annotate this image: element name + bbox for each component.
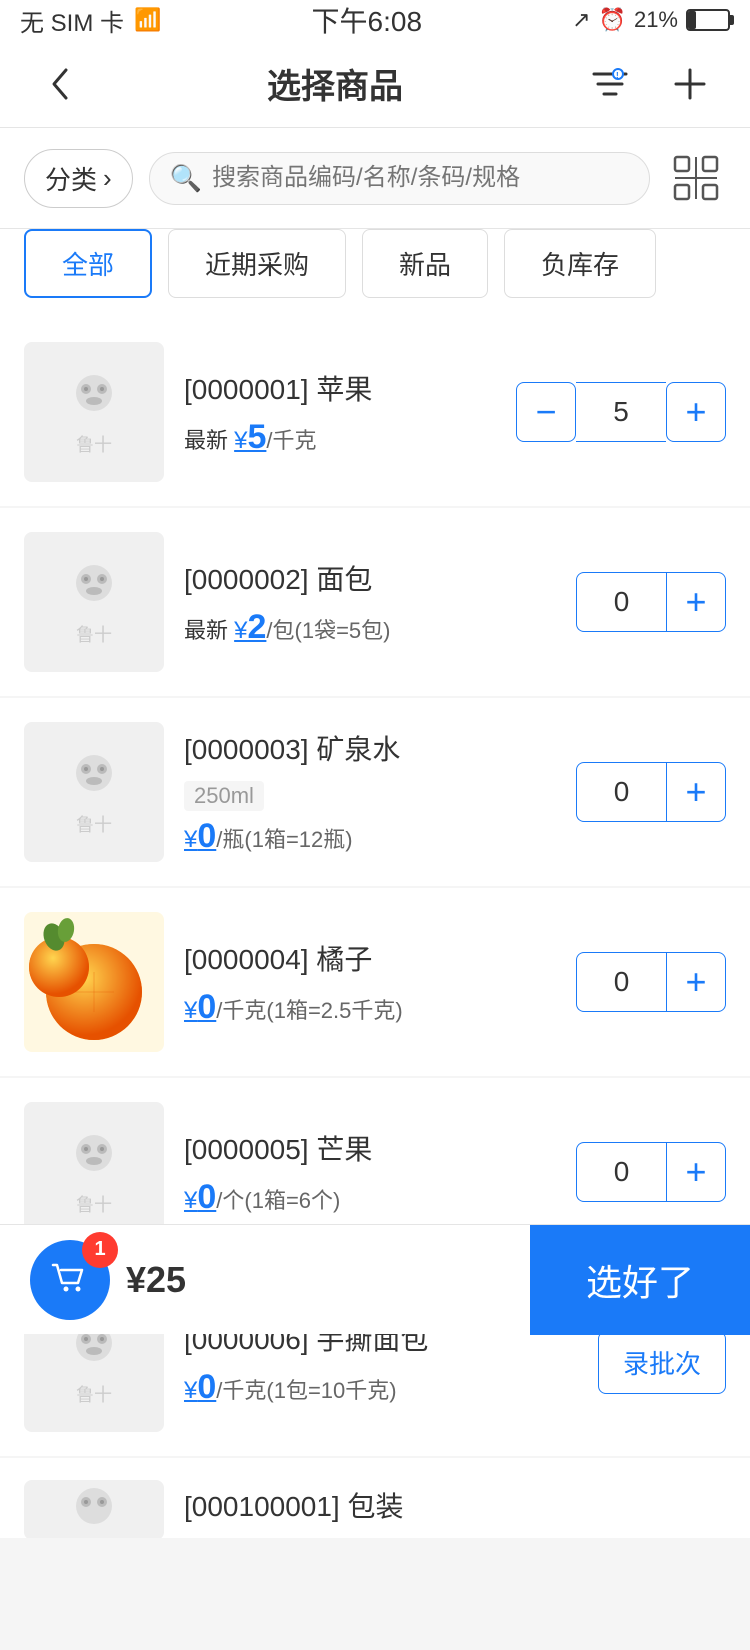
tab-negative[interactable]: 负库存 [504, 229, 656, 298]
cart-total: ¥25 [126, 1259, 186, 1301]
quantity-input[interactable] [576, 382, 666, 442]
batch-button[interactable]: 录批次 [598, 1331, 726, 1394]
product-name: [000100001] 包装 [184, 1485, 726, 1525]
product-item: 鲁十 [0000001] 苹果 最新 ¥5/千克 − + [0, 318, 750, 506]
search-box[interactable]: 🔍 [149, 152, 650, 205]
battery-icon [686, 9, 730, 31]
quantity-control: + [576, 572, 726, 632]
product-info: [0000003] 矿泉水 250ml ¥0/瓶(1箱=12瓶) [184, 728, 556, 856]
product-item: 鲁十 [0000002] 面包 最新 ¥2/包(1袋=5包) + [0, 508, 750, 696]
search-input[interactable] [212, 164, 629, 192]
increase-button[interactable]: + [666, 382, 726, 442]
wifi-icon: 📶 [134, 7, 161, 33]
location-icon: ↗ [572, 7, 590, 33]
alarm-icon: ⏰ [599, 7, 626, 33]
product-name: [0000003] 矿泉水 [184, 728, 556, 768]
product-list: 鲁十 [0000001] 苹果 最新 ¥5/千克 − + [0, 318, 750, 1538]
product-item: [000100001] 包装 [0, 1458, 750, 1538]
filter-bar: 分类 › 🔍 [0, 128, 750, 229]
product-name: [0000004] 橘子 [184, 938, 556, 978]
product-price: ¥0/个(1箱=6个) [184, 1178, 556, 1217]
quantity-control: + [576, 1142, 726, 1202]
quantity-input[interactable] [576, 952, 666, 1012]
product-image: 鲁十 [24, 532, 164, 672]
product-price: ¥0/千克(1箱=2.5千克) [184, 988, 556, 1027]
status-right: ↗ ⏰ 21% [572, 7, 730, 33]
product-info: [000100001] 包装 [184, 1485, 726, 1535]
back-button[interactable] [30, 54, 90, 114]
quantity-control: − + [516, 382, 726, 442]
svg-text:!: ! [616, 71, 619, 80]
carrier-text: 无 SIM 卡 [20, 3, 124, 38]
product-item: 鲁十 [0000003] 矿泉水 250ml ¥0/瓶(1箱=12瓶) + [0, 698, 750, 886]
product-item: [0000004] 橘子 ¥0/千克(1箱=2.5千克) + [0, 888, 750, 1076]
increase-button[interactable]: + [666, 952, 726, 1012]
status-left: 无 SIM 卡 📶 [20, 3, 161, 38]
filter-icon-button[interactable]: ! [580, 54, 640, 114]
decrease-button[interactable]: − [516, 382, 576, 442]
tabs-bar: 全部 近期采购 新品 负库存 [0, 229, 750, 318]
product-image: 鲁十 [24, 722, 164, 862]
category-chevron: › [103, 163, 112, 194]
quantity-control: + [576, 952, 726, 1012]
status-bar: 无 SIM 卡 📶 下午6:08 ↗ ⏰ 21% [0, 0, 750, 40]
tab-recent[interactable]: 近期采购 [168, 229, 346, 298]
increase-button[interactable]: + [666, 572, 726, 632]
product-price: 最新 ¥2/包(1袋=5包) [184, 608, 556, 647]
quantity-control: + [576, 762, 726, 822]
product-info: [0000002] 面包 最新 ¥2/包(1袋=5包) [184, 558, 556, 647]
quantity-input[interactable] [576, 572, 666, 632]
product-name: [0000002] 面包 [184, 558, 556, 598]
product-price: ¥0/瓶(1箱=12瓶) [184, 817, 556, 856]
scan-button[interactable] [666, 148, 726, 208]
tab-all[interactable]: 全部 [24, 229, 152, 298]
quantity-input[interactable] [576, 1142, 666, 1202]
product-image [24, 912, 164, 1052]
nav-right: ! [580, 54, 720, 114]
product-image: 鲁十 [24, 342, 164, 482]
tab-new[interactable]: 新品 [362, 229, 488, 298]
bottom-bar: 1 ¥25 选好了 [0, 1224, 750, 1334]
cart-badge: 1 [82, 1232, 118, 1268]
checkout-button[interactable]: 选好了 [530, 1225, 750, 1335]
product-name: [0000005] 芒果 [184, 1128, 556, 1168]
cart-button[interactable]: 1 [30, 1240, 110, 1320]
page-title: 选择商品 [267, 59, 403, 108]
product-name: [0000001] 苹果 [184, 368, 496, 408]
increase-button[interactable]: + [666, 762, 726, 822]
quantity-input[interactable] [576, 762, 666, 822]
product-info: [0000005] 芒果 ¥0/个(1箱=6个) [184, 1128, 556, 1217]
product-price: ¥0/千克(1包=10千克) [184, 1368, 578, 1407]
status-time: 下午6:08 [312, 0, 423, 40]
product-info: [0000001] 苹果 最新 ¥5/千克 [184, 368, 496, 457]
nav-left [30, 54, 90, 114]
product-price: 最新 ¥5/千克 [184, 418, 496, 457]
nav-bar: 选择商品 ! [0, 40, 750, 128]
product-image: 鲁十 [24, 1102, 164, 1242]
category-button[interactable]: 分类 › [24, 149, 133, 208]
search-icon: 🔍 [170, 163, 202, 194]
cart-area: 1 ¥25 [0, 1240, 530, 1320]
product-image [24, 1480, 164, 1538]
category-label: 分类 [45, 160, 97, 197]
product-info: [0000004] 橘子 ¥0/千克(1箱=2.5千克) [184, 938, 556, 1027]
product-spec: 250ml [184, 781, 264, 811]
add-button[interactable] [660, 54, 720, 114]
increase-button[interactable]: + [666, 1142, 726, 1202]
battery-percent: 21% [634, 7, 678, 33]
